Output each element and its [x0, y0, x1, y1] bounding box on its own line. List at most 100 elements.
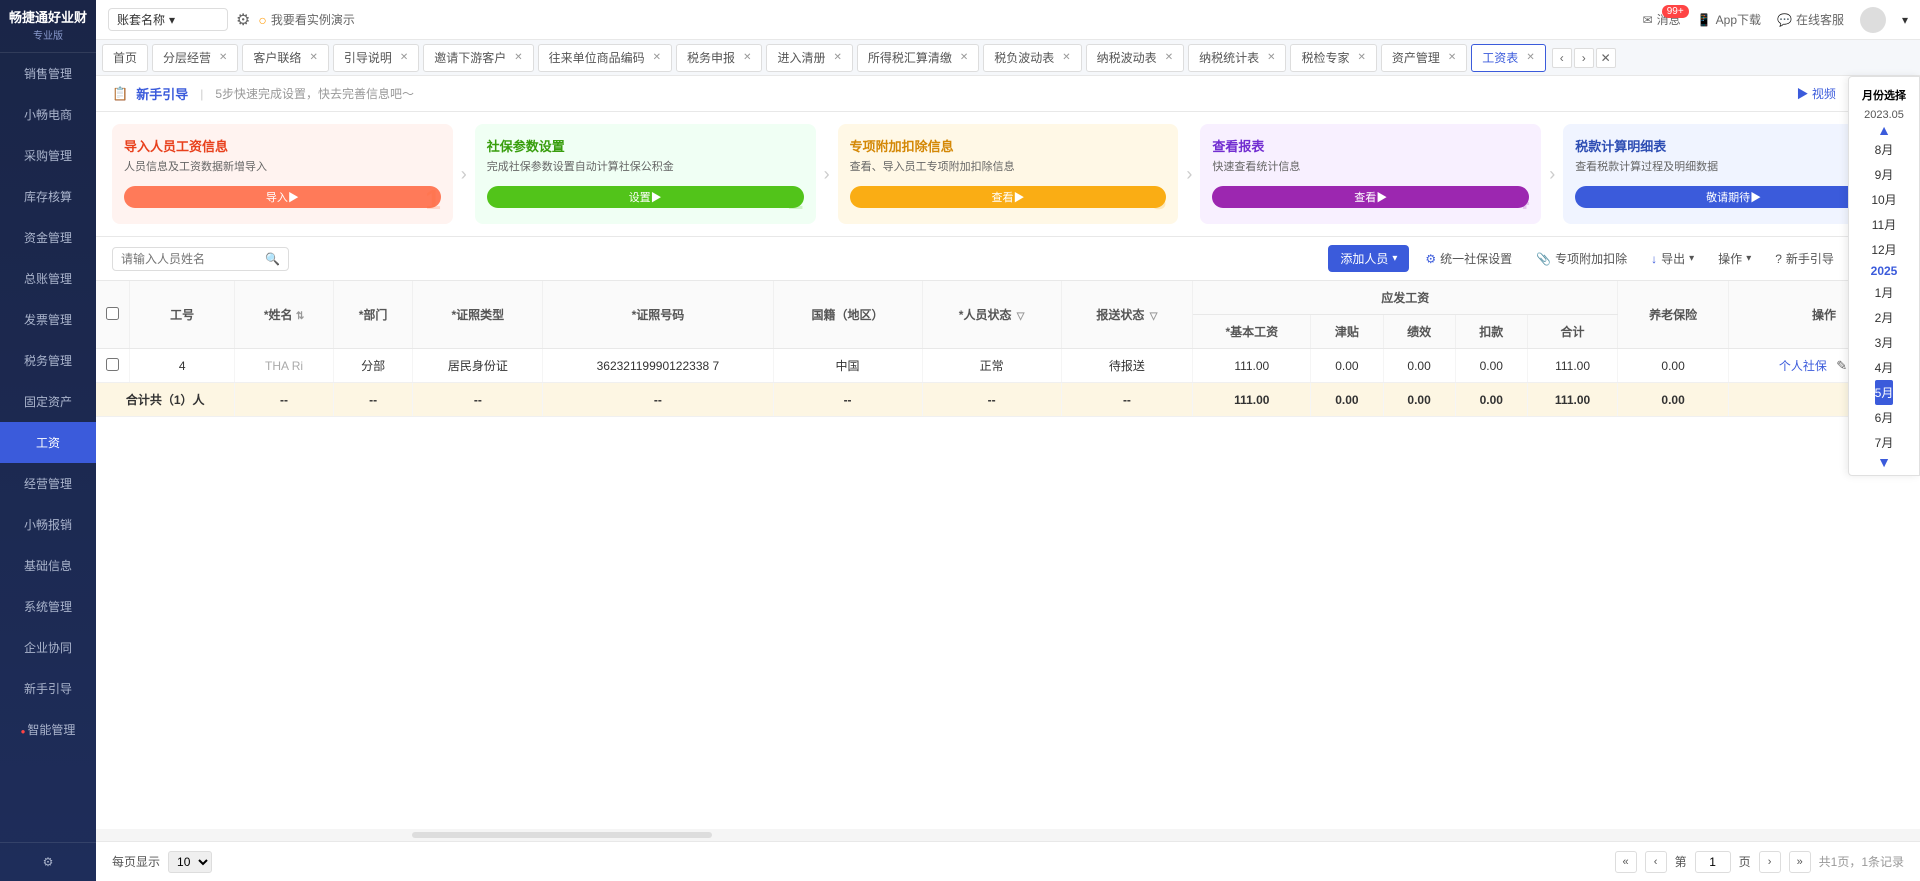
- tab-close-icon[interactable]: ✕: [309, 52, 317, 63]
- settings-button[interactable]: ⚙: [236, 10, 250, 30]
- tab-close-icon[interactable]: ✕: [743, 52, 751, 63]
- social-insurance-settings-button[interactable]: ⚙ 统一社保设置: [1417, 246, 1520, 271]
- tab-close-all[interactable]: ✕: [1596, 48, 1616, 68]
- month-item-2月[interactable]: 2月: [1871, 305, 1898, 330]
- row-select-checkbox[interactable]: [106, 358, 119, 371]
- tab-close-icon[interactable]: ✕: [1062, 52, 1070, 63]
- row-checkbox[interactable]: [96, 349, 130, 383]
- tab-invite[interactable]: 邀请下游客户✕: [423, 44, 533, 72]
- prev-page-button[interactable]: ‹: [1645, 851, 1667, 873]
- month-item-3月[interactable]: 3月: [1871, 330, 1898, 355]
- export-button[interactable]: ↓ 导出 ▾: [1643, 246, 1702, 271]
- page-input[interactable]: [1695, 851, 1731, 873]
- sidebar-item-basic[interactable]: 基础信息: [0, 545, 96, 586]
- edit-icon[interactable]: ✎: [1836, 358, 1847, 373]
- guide-video-link[interactable]: ▶ 视频: [1797, 85, 1836, 102]
- tab-close-icon[interactable]: ✕: [400, 52, 408, 63]
- search-icon[interactable]: 🔍: [265, 252, 280, 266]
- tab-goods[interactable]: 往来单位商品编码✕: [538, 44, 672, 72]
- online-service-button[interactable]: 💬 在线客服: [1777, 11, 1844, 28]
- sidebar-item-report[interactable]: 小畅报销: [0, 504, 96, 545]
- horizontal-scrollbar[interactable]: [412, 832, 712, 838]
- user-name[interactable]: ▾: [1902, 13, 1908, 27]
- month-item-4月[interactable]: 4月: [1871, 355, 1898, 380]
- tab-close-icon[interactable]: ✕: [1448, 52, 1456, 63]
- demo-button[interactable]: ○ 我要看实例演示: [258, 11, 354, 28]
- month-item-10月[interactable]: 10月: [1871, 187, 1896, 212]
- tab-close-icon[interactable]: ✕: [1267, 52, 1275, 63]
- sidebar-item-sales[interactable]: 销售管理: [0, 53, 96, 94]
- tab-taxexpert[interactable]: 税检专家✕: [1290, 44, 1376, 72]
- tab-taxstat3[interactable]: 纳税统计表✕: [1188, 44, 1286, 72]
- sidebar-item-ledger[interactable]: 总账管理: [0, 258, 96, 299]
- tab-close-icon[interactable]: ✕: [653, 52, 661, 63]
- special-deduction-button[interactable]: 📎 专项附加扣除: [1528, 246, 1635, 271]
- tab-close-icon[interactable]: ✕: [219, 52, 227, 63]
- th-report-status[interactable]: 报送状态 ▽: [1061, 281, 1193, 349]
- tab-salary_tab[interactable]: 工资表✕: [1471, 44, 1545, 72]
- sidebar-item-fixed[interactable]: 固定资产: [0, 381, 96, 422]
- th-status[interactable]: *人员状态 ▽: [922, 281, 1061, 349]
- tab-taxstat2[interactable]: 纳税波动表✕: [1086, 44, 1184, 72]
- sidebar-item-inventory[interactable]: 库存核算: [0, 176, 96, 217]
- tab-close-icon[interactable]: ✕: [960, 52, 968, 63]
- search-input[interactable]: [121, 252, 261, 266]
- step-4-btn[interactable]: 查看▶: [1212, 186, 1529, 208]
- settings-icon[interactable]: ⚙: [0, 842, 96, 881]
- sidebar-item-tax[interactable]: 税务管理: [0, 340, 96, 381]
- tab-incometax[interactable]: 所得税汇算清缴✕: [857, 44, 979, 72]
- tab-taxexempt[interactable]: 税负波动表✕: [983, 44, 1081, 72]
- month-scroll-up[interactable]: ▲: [1877, 123, 1891, 137]
- sidebar-item-smart[interactable]: ●智能管理: [0, 709, 96, 750]
- operation-button[interactable]: 操作 ▾: [1710, 246, 1759, 271]
- th-name[interactable]: *姓名 ⇅: [235, 281, 333, 349]
- tab-intro[interactable]: 引导说明✕: [333, 44, 419, 72]
- select-all-checkbox[interactable]: [106, 307, 119, 320]
- month-item-6月[interactable]: 6月: [1871, 405, 1898, 430]
- next-page-button[interactable]: ›: [1759, 851, 1781, 873]
- month-item-7月[interactable]: 7月: [1871, 430, 1898, 455]
- sidebar-item-system[interactable]: 系统管理: [0, 586, 96, 627]
- personal-insurance-link[interactable]: 个人社保: [1779, 359, 1827, 373]
- tab-close-icon[interactable]: ✕: [1165, 52, 1173, 63]
- tab-home[interactable]: 首页: [102, 44, 148, 72]
- sidebar-item-collab[interactable]: 企业协同: [0, 627, 96, 668]
- tab-scroll-right[interactable]: ›: [1574, 48, 1594, 68]
- per-page-select[interactable]: 10 20 50: [168, 851, 212, 873]
- sidebar-item-capital[interactable]: 资金管理: [0, 217, 96, 258]
- step-5-btn[interactable]: 敬请期待▶: [1575, 186, 1892, 208]
- step-2-btn[interactable]: 设置▶: [487, 186, 804, 208]
- tab-level[interactable]: 分层经营✕: [152, 44, 238, 72]
- month-item-1月[interactable]: 1月: [1871, 280, 1898, 305]
- tab-scroll-left[interactable]: ‹: [1552, 48, 1572, 68]
- sidebar-item-invoice[interactable]: 发票管理: [0, 299, 96, 340]
- sidebar-item-purchase[interactable]: 采购管理: [0, 135, 96, 176]
- step-3-btn[interactable]: 查看▶: [850, 186, 1167, 208]
- sidebar-item-guide[interactable]: 新手引导: [0, 668, 96, 709]
- tab-taxdecl[interactable]: 税务申报✕: [676, 44, 762, 72]
- month-item-8月[interactable]: 8月: [1871, 137, 1896, 162]
- tab-assets[interactable]: 资产管理✕: [1381, 44, 1467, 72]
- avatar[interactable]: [1860, 7, 1886, 33]
- sidebar-logo[interactable]: 畅捷通好业财 专业版: [0, 0, 96, 53]
- month-item-11月[interactable]: 11月: [1871, 212, 1896, 237]
- tab-close-icon[interactable]: ✕: [1526, 52, 1534, 63]
- first-page-button[interactable]: «: [1615, 851, 1637, 873]
- sidebar-item-salary[interactable]: 工资: [0, 422, 96, 463]
- add-person-button[interactable]: 添加人员 ▾: [1328, 245, 1409, 272]
- month-item-5月[interactable]: 5月: [1875, 380, 1894, 405]
- tab-close-icon[interactable]: ✕: [514, 52, 522, 63]
- new-guide-button[interactable]: ? 新手引导: [1767, 246, 1842, 271]
- account-selector[interactable]: 账套名称 ▾: [108, 8, 228, 31]
- month-item-9月[interactable]: 9月: [1871, 162, 1896, 187]
- last-page-button[interactable]: »: [1789, 851, 1811, 873]
- tab-close-icon[interactable]: ✕: [833, 52, 841, 63]
- month-item-12月[interactable]: 12月: [1871, 237, 1896, 262]
- tab-close-icon[interactable]: ✕: [1358, 52, 1366, 63]
- app-download-button[interactable]: 📱 App下载: [1697, 11, 1761, 28]
- tab-customer[interactable]: 客户联络✕: [242, 44, 328, 72]
- sidebar-item-xiaochang[interactable]: 小畅电商: [0, 94, 96, 135]
- sidebar-item-operation[interactable]: 经营管理: [0, 463, 96, 504]
- month-scroll-down[interactable]: ▼: [1877, 455, 1891, 469]
- step-1-btn[interactable]: 导入▶: [124, 186, 441, 208]
